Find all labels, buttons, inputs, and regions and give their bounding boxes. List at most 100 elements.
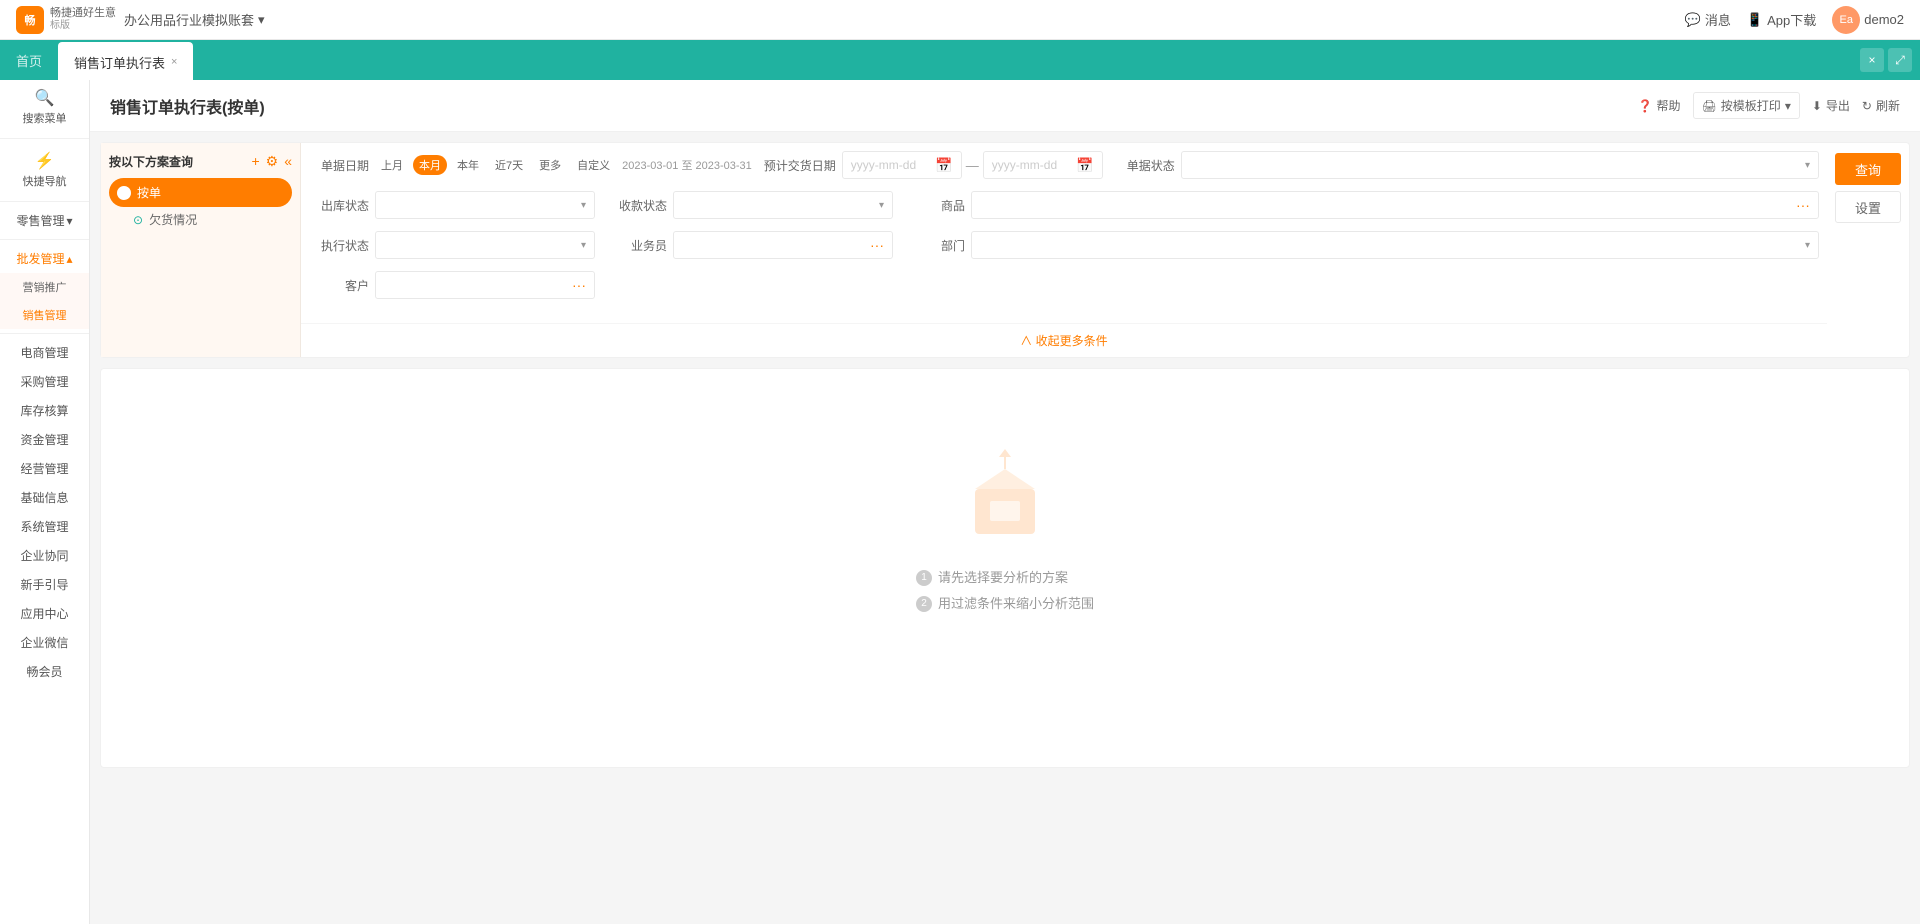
chevron-right-icon: ▾ bbox=[66, 214, 72, 228]
sidebar-item-member[interactable]: 畅会员 bbox=[0, 657, 89, 686]
scheme-actions: + ⚙ « bbox=[251, 153, 292, 170]
payment-chevron-icon: ▾ bbox=[879, 200, 884, 211]
sidebar-item-marketing[interactable]: 营销推广 bbox=[0, 273, 89, 301]
quick-nav-icon: ⚡ bbox=[35, 151, 55, 171]
more-date-btn[interactable]: 更多 bbox=[533, 155, 567, 175]
export-icon: ⬇ bbox=[1812, 99, 1822, 113]
page-actions: ❓ 帮助 🖨 按模板打印 ▾ ⬇ 导出 ↻ 刷新 bbox=[1638, 92, 1900, 119]
sidebar-item-newbie[interactable]: 新手引导 bbox=[0, 570, 89, 599]
tab-right-actions: × ⤢ bbox=[1860, 48, 1920, 72]
sidebar-item-wechat[interactable]: 企业微信 bbox=[0, 628, 89, 657]
sidebar-item-sales[interactable]: 销售管理 bbox=[0, 301, 89, 329]
delivery-chevron-icon: ▾ bbox=[581, 200, 586, 211]
sidebar-divider-2 bbox=[0, 201, 89, 202]
execution-filter-group: 执行状态 ▾ bbox=[309, 231, 595, 259]
wholesale-submenu: 营销推广 销售管理 bbox=[0, 273, 89, 329]
hint-text-1: 请先选择要分析的方案 bbox=[938, 565, 1068, 591]
date-filter-group: 单据日期 上月 本月 本年 近7天 更多 自定义 2023-03-01 至 20… bbox=[309, 155, 752, 175]
expected-date-end[interactable]: yyyy-mm-dd 📅 bbox=[983, 151, 1103, 179]
settings-button[interactable]: 设置 bbox=[1835, 191, 1901, 223]
sidebar-item-enterprise[interactable]: 企业协同 bbox=[0, 541, 89, 570]
salesperson-filter-group: 业务员 ··· bbox=[607, 231, 893, 259]
last-7days-btn[interactable]: 近7天 bbox=[489, 155, 529, 175]
add-scheme-button[interactable]: + bbox=[251, 153, 259, 170]
expand-window-button[interactable]: ⤢ bbox=[1888, 48, 1912, 72]
custom-date-btn[interactable]: 自定义 bbox=[571, 155, 616, 175]
empty-hints: 1 请先选择要分析的方案 2 用过滤条件来缩小分析范围 bbox=[916, 565, 1094, 617]
app-download-button[interactable]: 📱 App下载 bbox=[1747, 10, 1816, 29]
expected-date-label: 预计交货日期 bbox=[764, 157, 836, 174]
customer-select[interactable]: ··· bbox=[375, 271, 595, 299]
payment-filter-group: 收款状态 ▾ bbox=[607, 191, 893, 219]
status-select[interactable]: ▾ bbox=[1181, 151, 1819, 179]
filter-row-4: 客户 ··· bbox=[309, 271, 1819, 299]
salesperson-dots-icon[interactable]: ··· bbox=[870, 237, 884, 253]
sidebar-item-wholesale[interactable]: 批发管理 ▴ bbox=[0, 244, 89, 273]
collapse-bar[interactable]: ∧ 收起更多条件 bbox=[301, 323, 1827, 357]
payment-select[interactable]: ▾ bbox=[673, 191, 893, 219]
current-month-btn[interactable]: 本月 bbox=[413, 155, 447, 175]
tab-close-icon[interactable]: × bbox=[171, 56, 177, 68]
sidebar-item-purchase[interactable]: 采购管理 bbox=[0, 367, 89, 396]
sidebar-item-ecommerce[interactable]: 电商管理 bbox=[0, 338, 89, 367]
filter-fields: 单据日期 上月 本月 本年 近7天 更多 自定义 2023-03-01 至 20… bbox=[301, 143, 1827, 319]
sidebar-item-quick-nav[interactable]: ⚡ 快捷导航 bbox=[0, 143, 89, 197]
help-button[interactable]: ❓ 帮助 bbox=[1638, 97, 1681, 114]
sidebar-item-basic[interactable]: 基础信息 bbox=[0, 483, 89, 512]
settings-scheme-button[interactable]: ⚙ bbox=[266, 153, 279, 170]
company-selector[interactable]: 办公用品行业模拟账套 ▾ bbox=[124, 10, 265, 29]
department-filter-group: 部门 ▾ bbox=[905, 231, 1819, 259]
expected-date-start[interactable]: yyyy-mm-dd 📅 bbox=[842, 151, 962, 179]
tabs-bar: 首页 销售订单执行表 × × ⤢ bbox=[0, 40, 1920, 80]
execution-select[interactable]: ▾ bbox=[375, 231, 595, 259]
user-menu[interactable]: Ea demo2 bbox=[1832, 6, 1904, 34]
empty-illustration bbox=[955, 449, 1055, 549]
goods-dots-icon[interactable]: ··· bbox=[1796, 197, 1810, 213]
empty-svg-icon bbox=[955, 449, 1055, 549]
expected-date-end-placeholder: yyyy-mm-dd bbox=[992, 158, 1057, 172]
department-select[interactable]: ▾ bbox=[971, 231, 1819, 259]
sidebar: 🔍 搜索菜单 ⚡ 快捷导航 零售管理 ▾ 批发管理 ▴ 营销推广 bbox=[0, 80, 90, 924]
message-button[interactable]: 💬 消息 bbox=[1685, 10, 1731, 29]
scheme-item-by-order[interactable]: 按单 bbox=[109, 178, 292, 207]
current-year-btn[interactable]: 本年 bbox=[451, 155, 485, 175]
date-filter-buttons: 上月 本月 本年 近7天 更多 自定义 bbox=[375, 155, 616, 175]
message-icon: 💬 bbox=[1685, 12, 1701, 28]
collapse-scheme-button[interactable]: « bbox=[284, 153, 292, 170]
export-button[interactable]: ⬇ 导出 bbox=[1812, 97, 1850, 114]
empty-state: 1 请先选择要分析的方案 2 用过滤条件来缩小分析范围 bbox=[101, 369, 1909, 697]
tab-home[interactable]: 首页 bbox=[0, 40, 58, 80]
last-month-btn[interactable]: 上月 bbox=[375, 155, 409, 175]
sidebar-item-search[interactable]: 🔍 搜索菜单 bbox=[0, 80, 89, 134]
logo-text: 畅捷通好生意 标版 bbox=[50, 7, 116, 32]
delivery-select[interactable]: ▾ bbox=[375, 191, 595, 219]
goods-select[interactable]: ··· bbox=[971, 191, 1819, 219]
logo-icon: 畅 bbox=[16, 6, 44, 34]
content-area: 销售订单执行表(按单) ❓ 帮助 🖨 按模板打印 ▾ ⬇ 导出 bbox=[90, 80, 1920, 924]
sidebar-item-finance[interactable]: 资金管理 bbox=[0, 425, 89, 454]
scheme-sub-item-debt[interactable]: ⊙ 欠货情况 bbox=[109, 207, 292, 232]
sidebar-item-inventory[interactable]: 库存核算 bbox=[0, 396, 89, 425]
department-chevron-icon: ▾ bbox=[1805, 240, 1810, 251]
page-title: 销售订单执行表(按单) bbox=[110, 94, 265, 118]
scheme-title: 按以下方案查询 bbox=[109, 153, 193, 170]
sidebar-item-operation[interactable]: 经营管理 bbox=[0, 454, 89, 483]
salesperson-label: 业务员 bbox=[607, 237, 667, 254]
refresh-button[interactable]: ↻ 刷新 bbox=[1862, 97, 1900, 114]
sidebar-item-apps[interactable]: 应用中心 bbox=[0, 599, 89, 628]
customer-dots-icon[interactable]: ··· bbox=[572, 277, 586, 293]
execution-chevron-icon: ▾ bbox=[581, 240, 586, 251]
print-button[interactable]: 🖨 按模板打印 ▾ bbox=[1693, 92, 1800, 119]
close-window-button[interactable]: × bbox=[1860, 48, 1884, 72]
print-button-group[interactable]: 🖨 按模板打印 ▾ bbox=[1693, 92, 1800, 119]
goods-label: 商品 bbox=[905, 197, 965, 214]
company-name: 办公用品行业模拟账套 bbox=[124, 10, 254, 29]
search-button[interactable]: 查询 bbox=[1835, 153, 1901, 185]
status-filter-group: 单据状态 ▾ bbox=[1115, 151, 1819, 179]
expected-date-start-placeholder: yyyy-mm-dd bbox=[851, 158, 916, 172]
filter-fields-area: 单据日期 上月 本月 本年 近7天 更多 自定义 2023-03-01 至 20… bbox=[301, 143, 1827, 357]
sidebar-item-retail[interactable]: 零售管理 ▾ bbox=[0, 206, 89, 235]
salesperson-select[interactable]: ··· bbox=[673, 231, 893, 259]
sidebar-item-system[interactable]: 系统管理 bbox=[0, 512, 89, 541]
tab-sales-order[interactable]: 销售订单执行表 × bbox=[58, 42, 193, 82]
